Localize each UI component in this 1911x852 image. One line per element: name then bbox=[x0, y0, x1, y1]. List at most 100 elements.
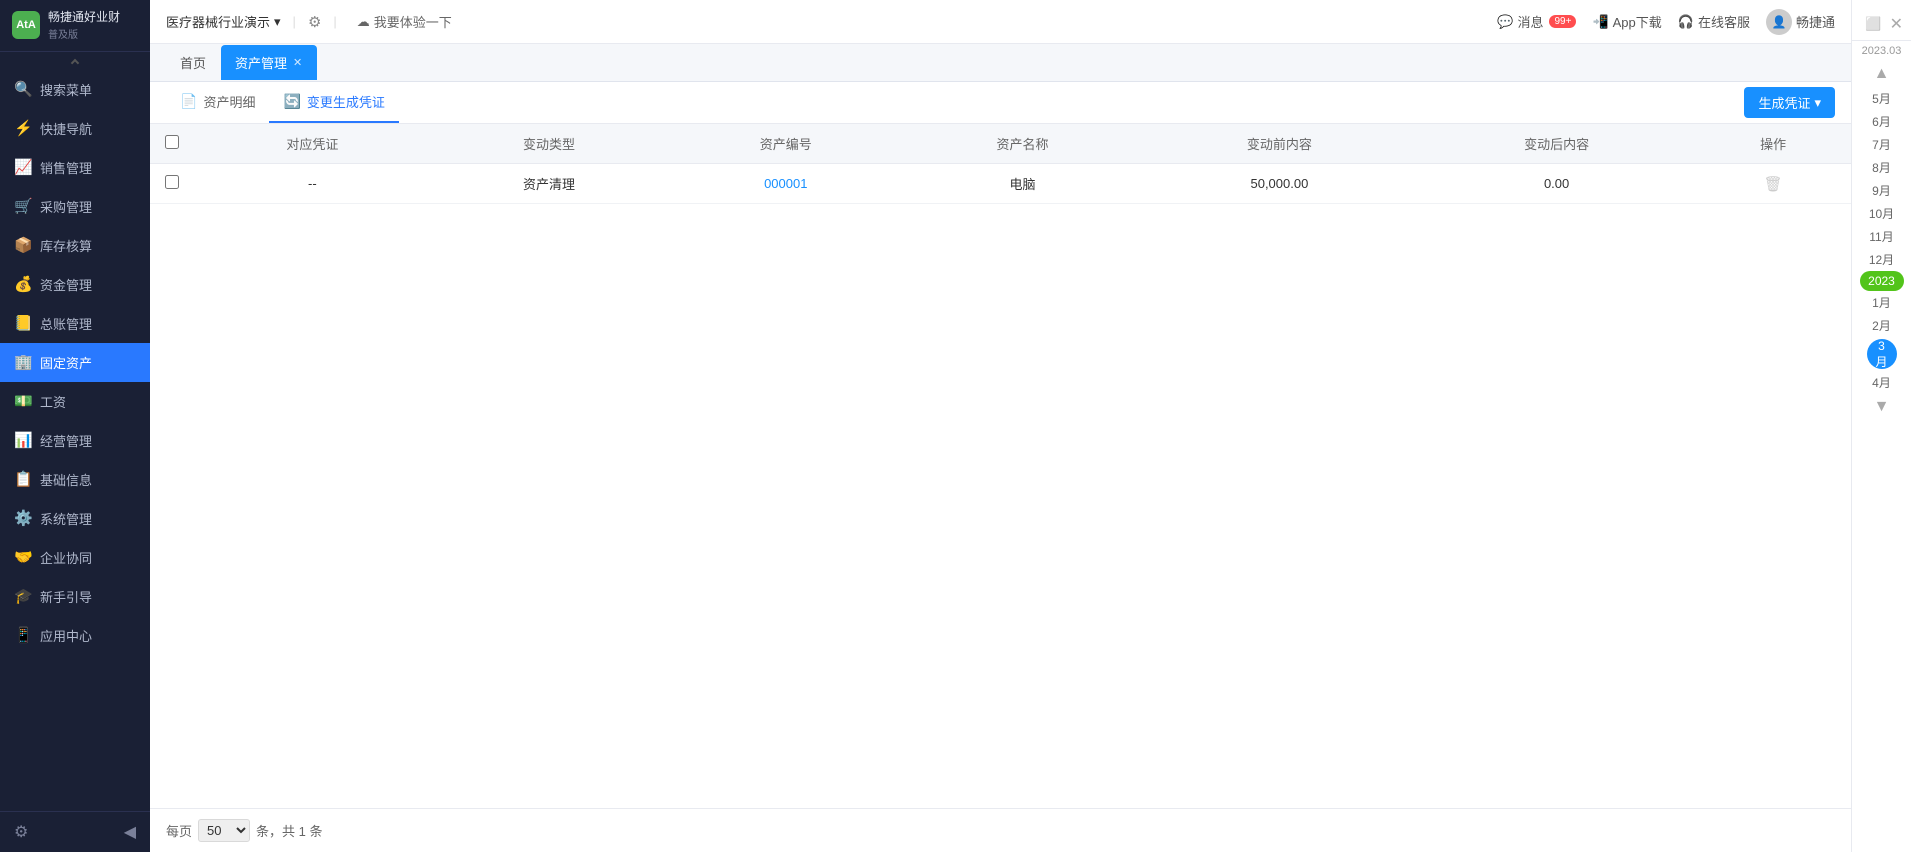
sidebar-item-sysmanage[interactable]: ⚙️ 系统管理 bbox=[0, 499, 150, 538]
logo-icon: AtA bbox=[12, 11, 40, 39]
month-7[interactable]: 7月 bbox=[1860, 133, 1904, 156]
messages-icon: 💬 bbox=[1497, 14, 1513, 30]
select-all-checkbox[interactable] bbox=[165, 135, 179, 149]
col-before-change: 变动前内容 bbox=[1141, 124, 1418, 164]
sidebar-item-appcenter[interactable]: 📱 应用中心 bbox=[0, 616, 150, 655]
logo-text: 畅捷通好业财 bbox=[48, 10, 120, 26]
per-page-label: 每页 bbox=[166, 821, 192, 840]
sidebar-item-salary[interactable]: 💵 工资 bbox=[0, 382, 150, 421]
collapse-icon[interactable]: ◀ bbox=[124, 822, 136, 842]
change-tab-icon: 🔄 bbox=[283, 93, 300, 110]
per-page-select[interactable]: 50 10 20 100 bbox=[198, 819, 250, 842]
settings-icon[interactable]: ⚙ bbox=[14, 822, 28, 842]
search-icon: 🔍 bbox=[14, 80, 32, 98]
ledger-icon: 📒 bbox=[14, 314, 32, 332]
row-checkbox[interactable] bbox=[165, 175, 179, 189]
sidebar-item-bizcoord[interactable]: 🤝 企业协同 bbox=[0, 538, 150, 577]
sidebar-item-sales[interactable]: 📈 销售管理 bbox=[0, 148, 150, 187]
fixedassets-icon: 🏢 bbox=[14, 353, 32, 371]
month-8[interactable]: 8月 bbox=[1860, 156, 1904, 179]
topbar: 医疗器械行业演示 ▾ | ⚙ | ☁ 我要体验一下 💬 消息 99+ 📲 App… bbox=[150, 0, 1851, 44]
sidebar-item-label: 新手引导 bbox=[40, 587, 92, 606]
generate-voucher-button[interactable]: 生成凭证 ▾ bbox=[1744, 87, 1835, 118]
inner-tab-detail[interactable]: 📄 资产明细 bbox=[166, 82, 269, 123]
sidebar-item-newguide[interactable]: 🎓 新手引导 bbox=[0, 577, 150, 616]
company-dropdown-icon: ▾ bbox=[274, 14, 281, 30]
col-voucher: 对应凭证 bbox=[194, 124, 431, 164]
month-10[interactable]: 10月 bbox=[1860, 202, 1904, 225]
tab-assets[interactable]: 资产管理 ✕ bbox=[221, 45, 317, 80]
inner-tabbar: 📄 资产明细 🔄 变更生成凭证 生成凭证 ▾ bbox=[150, 82, 1851, 124]
scroll-down-button[interactable]: ▼ bbox=[1870, 394, 1894, 420]
tab-close-icon[interactable]: ✕ bbox=[293, 56, 302, 69]
scroll-up-indicator bbox=[71, 58, 79, 66]
messages-badge: 99+ bbox=[1549, 15, 1576, 28]
sidebar: AtA 畅捷通好业财 普及版 🔍 搜索菜单 ⚡ 快捷导航 📈 销售管理 🛒 采购… bbox=[0, 0, 150, 852]
sidebar-item-basicinfo[interactable]: 📋 基础信息 bbox=[0, 460, 150, 499]
col-change-type: 变动类型 bbox=[431, 124, 668, 164]
sidebar-item-label: 企业协同 bbox=[40, 548, 92, 567]
sidebar-item-fixedassets[interactable]: 🏢 固定资产 bbox=[0, 343, 150, 382]
company-settings-icon[interactable]: ⚙ bbox=[308, 13, 321, 31]
row-voucher: -- bbox=[194, 164, 431, 204]
sysmanage-icon: ⚙️ bbox=[14, 509, 32, 527]
month-1[interactable]: 1月 bbox=[1860, 291, 1904, 314]
month-4[interactable]: 4月 bbox=[1860, 371, 1904, 394]
user-menu[interactable]: 👤 畅捷通 bbox=[1766, 9, 1835, 35]
close-icon[interactable]: ✕ bbox=[1890, 14, 1903, 34]
quicknav-icon: ⚡ bbox=[14, 119, 32, 137]
sidebar-item-inventory[interactable]: 📦 库存核算 bbox=[0, 226, 150, 265]
sidebar-item-search[interactable]: 🔍 搜索菜单 bbox=[0, 70, 150, 109]
inventory-icon: 📦 bbox=[14, 236, 32, 254]
try-experience-button[interactable]: ☁ 我要体验一下 bbox=[357, 12, 452, 31]
sidebar-item-label: 工资 bbox=[40, 392, 66, 411]
sidebar-item-label: 销售管理 bbox=[40, 158, 92, 177]
main-area: 医疗器械行业演示 ▾ | ⚙ | ☁ 我要体验一下 💬 消息 99+ 📲 App… bbox=[150, 0, 1851, 852]
avatar: 👤 bbox=[1766, 9, 1792, 35]
month-3-active[interactable]: 3月 bbox=[1867, 339, 1897, 369]
row-asset-code[interactable]: 000001 bbox=[667, 164, 904, 204]
month-5[interactable]: 5月 bbox=[1860, 87, 1904, 110]
row-before-change: 50,000.00 bbox=[1141, 164, 1418, 204]
col-operation: 操作 bbox=[1695, 124, 1851, 164]
online-service-button[interactable]: 🎧 在线客服 bbox=[1678, 12, 1750, 31]
scroll-up-button[interactable]: ▲ bbox=[1870, 61, 1894, 87]
company-selector[interactable]: 医疗器械行业演示 ▾ bbox=[166, 12, 281, 31]
month-9[interactable]: 9月 bbox=[1860, 179, 1904, 202]
delete-icon[interactable]: 🗑 bbox=[1764, 176, 1783, 193]
funds-icon: 💰 bbox=[14, 275, 32, 293]
sidebar-item-label: 搜索菜单 bbox=[40, 80, 92, 99]
inner-tab-change[interactable]: 🔄 变更生成凭证 bbox=[269, 82, 398, 123]
app-download-button[interactable]: 📲 App下载 bbox=[1592, 12, 1661, 31]
sidebar-item-ledger[interactable]: 📒 总账管理 bbox=[0, 304, 150, 343]
bizcoord-icon: 🤝 bbox=[14, 548, 32, 566]
month-2[interactable]: 2月 bbox=[1860, 314, 1904, 337]
sidebar-item-funds[interactable]: 💰 资金管理 bbox=[0, 265, 150, 304]
sidebar-item-label: 总账管理 bbox=[40, 314, 92, 333]
tab-home[interactable]: 首页 bbox=[166, 45, 221, 80]
logo-sub: 普及版 bbox=[48, 26, 120, 41]
year-2023-badge[interactable]: 2023 bbox=[1860, 271, 1904, 291]
table-wrap: 对应凭证 变动类型 资产编号 资产名称 变动前内容 变动后内容 操作 bbox=[150, 124, 1851, 808]
cloud-icon: ☁ bbox=[357, 14, 370, 30]
sidebar-item-purchase[interactable]: 🛒 采购管理 bbox=[0, 187, 150, 226]
row-asset-name: 电脑 bbox=[904, 164, 1141, 204]
total-text: 条，共 1 条 bbox=[256, 821, 322, 840]
row-after-change: 0.00 bbox=[1418, 164, 1695, 204]
table-row: -- 资产清理 000001 电脑 50,000.00 0.00 🗑 bbox=[150, 164, 1851, 204]
asset-table: 对应凭证 变动类型 资产编号 资产名称 变动前内容 变动后内容 操作 bbox=[150, 124, 1851, 204]
newguide-icon: 🎓 bbox=[14, 587, 32, 605]
row-checkbox-cell bbox=[150, 164, 194, 204]
sidebar-item-label: 固定资产 bbox=[40, 353, 92, 372]
month-11[interactable]: 11月 bbox=[1860, 225, 1904, 248]
messages-button[interactable]: 💬 消息 99+ bbox=[1497, 12, 1576, 31]
month-12[interactable]: 12月 bbox=[1860, 248, 1904, 271]
expand-icon[interactable]: ⬜ bbox=[1865, 16, 1881, 32]
sidebar-item-label: 库存核算 bbox=[40, 236, 92, 255]
sidebar-item-label: 系统管理 bbox=[40, 509, 92, 528]
sidebar-item-bizmanage[interactable]: 📊 经营管理 bbox=[0, 421, 150, 460]
row-change-type: 资产清理 bbox=[431, 164, 668, 204]
table-footer: 每页 50 10 20 100 条，共 1 条 bbox=[150, 808, 1851, 852]
sidebar-item-quicknav[interactable]: ⚡ 快捷导航 bbox=[0, 109, 150, 148]
month-6[interactable]: 6月 bbox=[1860, 110, 1904, 133]
